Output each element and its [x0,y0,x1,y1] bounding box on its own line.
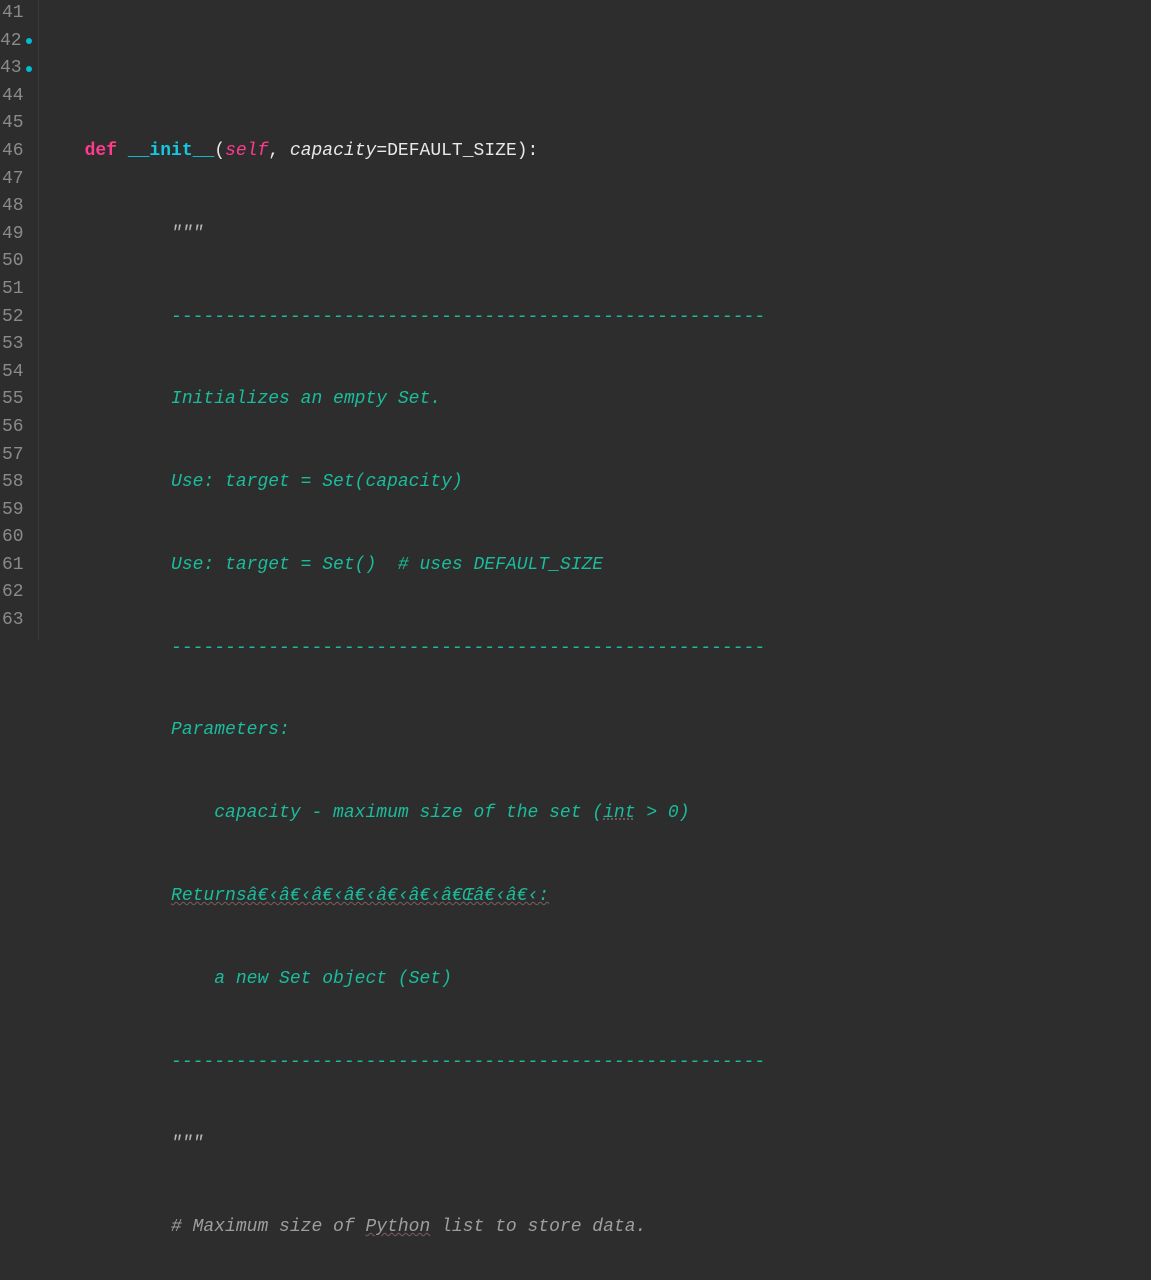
docstring-open: """ [171,224,203,244]
line-number: 58 [2,469,24,497]
docstring: capacity - maximum size of the set ( [171,803,603,823]
gutter-line: 63 [0,607,32,635]
line-number: 41 [2,0,24,28]
gutter-line: 52 [0,304,32,332]
code-line[interactable]: Parameters: [85,717,1151,745]
comment: list to store data. [430,1217,646,1237]
line-number: 57 [2,442,24,470]
constant: DEFAULT_SIZE [387,141,517,161]
gutter-line: 47 [0,166,32,194]
keyword-def: def [85,141,117,161]
docstring: ----------------------------------------… [171,307,765,327]
gutter-line: 60 [0,524,32,552]
docstring: Initializes an empty Set. [171,389,441,409]
code-line[interactable]: capacity - maximum size of the set (int … [85,800,1151,828]
code-line[interactable]: Use: target = Set() # uses DEFAULT_SIZE [85,552,1151,580]
gutter-line: 42 [0,28,32,56]
gutter-line: 54 [0,359,32,387]
docstring: Parameters: [171,720,290,740]
line-number: 43 [0,55,22,83]
line-number: 56 [2,414,24,442]
fold-marker-icon[interactable] [26,38,32,44]
line-number: 59 [2,497,24,525]
code-line[interactable] [85,55,1151,83]
line-number: 52 [2,304,24,332]
gutter-line: 55 [0,386,32,414]
code-line[interactable]: ----------------------------------------… [85,1049,1151,1077]
line-number: 45 [2,110,24,138]
code-line[interactable]: """ [85,1131,1151,1159]
comment: Python [365,1217,430,1237]
code-line[interactable]: """ [85,221,1151,249]
line-number: 50 [2,248,24,276]
docstring: Use: target = Set(capacity) [171,472,463,492]
docstring: ----------------------------------------… [171,638,765,658]
line-number: 60 [2,524,24,552]
function-name: __init__ [128,141,214,161]
code-line[interactable]: Initializes an empty Set. [85,386,1151,414]
line-number: 48 [2,193,24,221]
line-number-gutter: 41 42 43 44 45 46 47 48 49 50 51 52 53 5… [0,0,39,640]
self-param: self [225,141,268,161]
docstring-close: """ [171,1134,203,1154]
line-number: 61 [2,552,24,580]
gutter-line: 51 [0,276,32,304]
code-line[interactable]: # Maximum size of Python list to store d… [85,1214,1151,1242]
code-line[interactable]: Use: target = Set(capacity) [85,469,1151,497]
line-number: 54 [2,359,24,387]
code-line[interactable]: Returnsâ€‹â€‹â€‹â€‹â€‹â€‹â€Œâ€‹â€‹: [85,883,1151,911]
line-number: 47 [2,166,24,194]
gutter-line: 59 [0,497,32,525]
docstring: ----------------------------------------… [171,1052,765,1072]
line-number: 44 [2,83,24,111]
gutter-line: 56 [0,414,32,442]
code-line[interactable]: ----------------------------------------… [85,304,1151,332]
gutter-line: 53 [0,331,32,359]
gutter-line: 44 [0,83,32,111]
gutter-line: 46 [0,138,32,166]
gutter-line: 49 [0,221,32,249]
docstring: Use: target = Set() # uses DEFAULT_SIZE [171,555,603,575]
line-number: 62 [2,579,24,607]
code-area[interactable]: def __init__(self, capacity=DEFAULT_SIZE… [39,0,1151,640]
line-number: 55 [2,386,24,414]
line-number: 63 [2,607,24,635]
line-number: 42 [0,28,22,56]
gutter-line: 61 [0,552,32,580]
code-line[interactable]: ----------------------------------------… [85,635,1151,663]
line-number: 46 [2,138,24,166]
gutter-line: 58 [0,469,32,497]
line-number: 49 [2,221,24,249]
docstring: a new Set object (Set) [171,969,452,989]
gutter-line: 48 [0,193,32,221]
docstring-warning: Returnsâ€‹â€‹â€‹â€‹â€‹â€‹â€Œâ€‹â€‹: [171,886,549,906]
code-editor[interactable]: 41 42 43 44 45 46 47 48 49 50 51 52 53 5… [0,0,1151,640]
fold-marker-icon[interactable] [26,66,32,72]
gutter-line: 50 [0,248,32,276]
gutter-line: 57 [0,442,32,470]
gutter-line: 43 [0,55,32,83]
docstring: int [603,803,635,823]
docstring: > 0) [636,803,690,823]
line-number: 53 [2,331,24,359]
parameter: capacity [290,141,376,161]
gutter-line: 62 [0,579,32,607]
line-number: 51 [2,276,24,304]
gutter-line: 41 [0,0,32,28]
code-line[interactable]: def __init__(self, capacity=DEFAULT_SIZE… [85,138,1151,166]
code-line[interactable]: a new Set object (Set) [85,966,1151,994]
gutter-line: 45 [0,110,32,138]
comment: # Maximum size of [171,1217,365,1237]
